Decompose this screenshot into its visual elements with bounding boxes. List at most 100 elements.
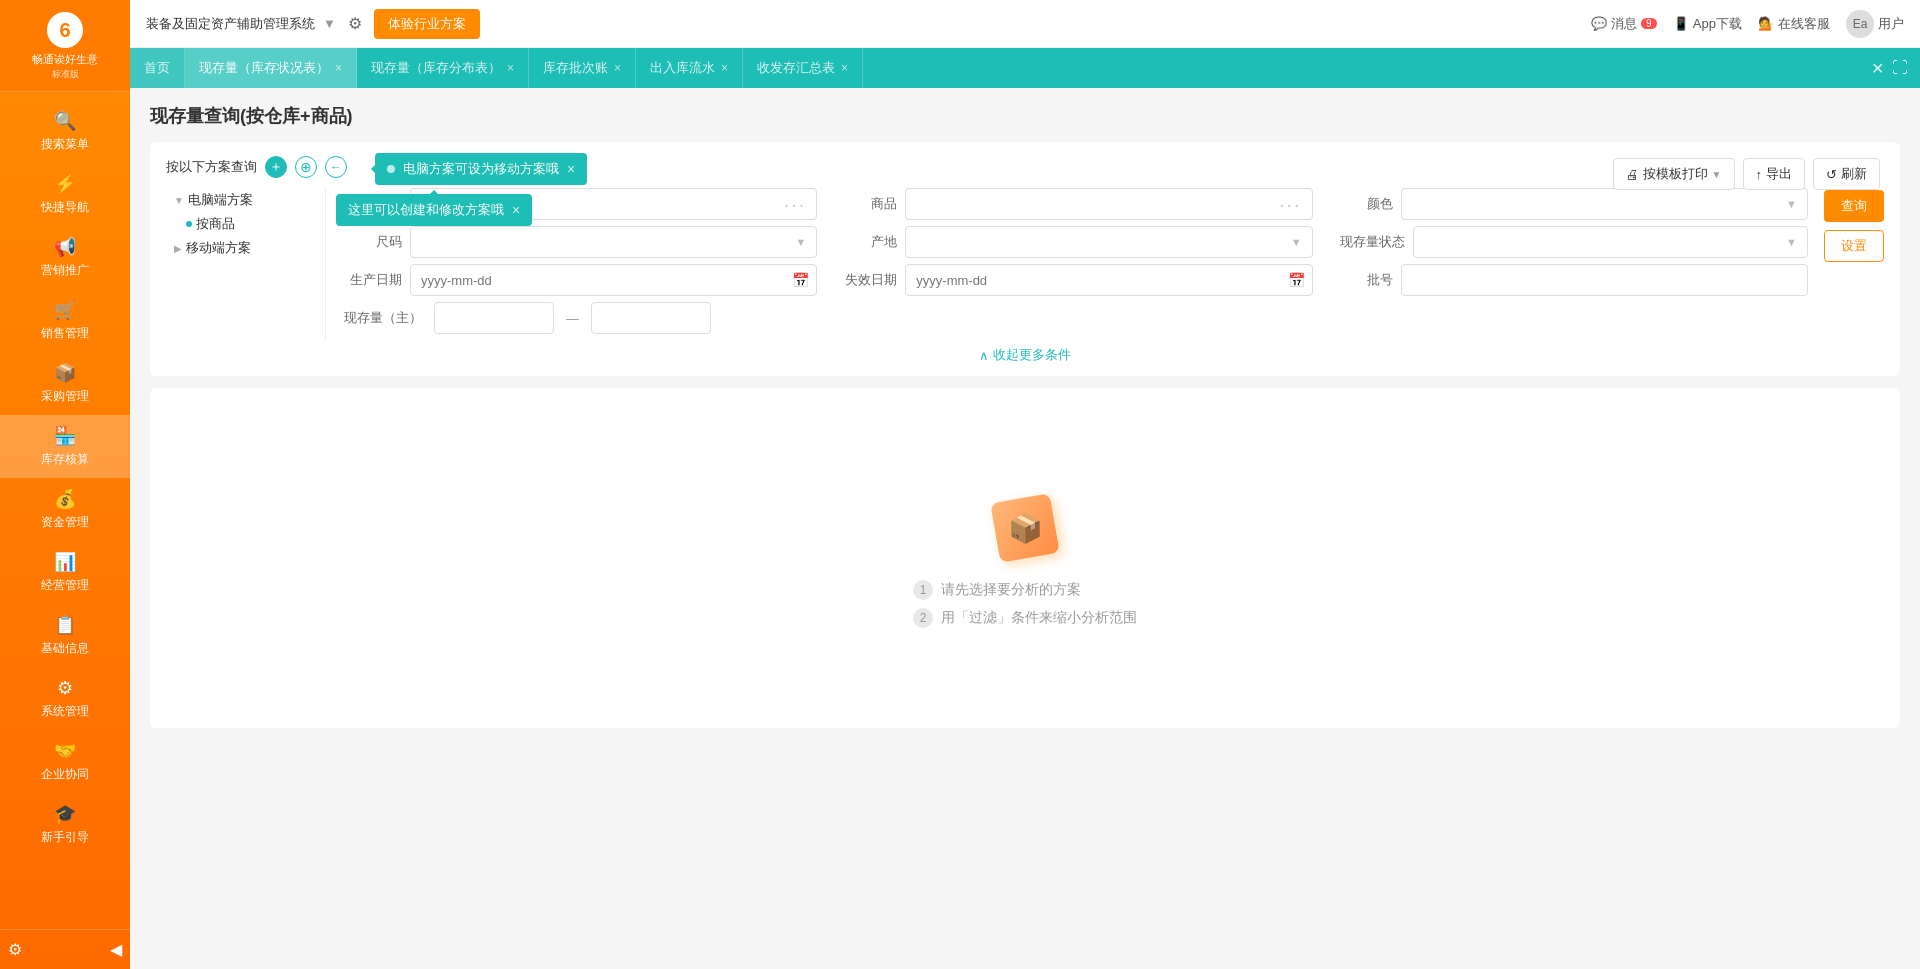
- collapse-sidebar-icon[interactable]: ◀: [110, 940, 122, 959]
- filter-cell-batch: 批号: [1333, 264, 1808, 296]
- sidebar-item-purchase[interactable]: 📦 采购管理: [0, 352, 130, 415]
- scheme-mobile-group[interactable]: ▶ 移动端方案: [166, 236, 325, 260]
- export-button[interactable]: ↑ 导出: [1743, 158, 1806, 190]
- origin-chev: ▼: [1291, 236, 1302, 248]
- user-menu[interactable]: Ea 用户: [1846, 10, 1904, 38]
- sidebar-item-marketing[interactable]: 📢 营销推广: [0, 226, 130, 289]
- reset-button[interactable]: 设置: [1824, 230, 1884, 262]
- tab-inventory-status[interactable]: 现存量（库存状况表） ×: [185, 48, 357, 88]
- tab-close-inout-flow[interactable]: ×: [721, 61, 728, 75]
- box-emoji: 📦: [1008, 512, 1043, 545]
- tab-close-all-icon[interactable]: ✕: [1871, 59, 1884, 78]
- sidebar-item-finance[interactable]: 💰 资金管理: [0, 478, 130, 541]
- copy-scheme-button[interactable]: ⊕: [295, 156, 317, 178]
- stock-status-select[interactable]: ▼: [1413, 226, 1808, 258]
- tab-inout-flow[interactable]: 出入库流水 ×: [636, 48, 743, 88]
- box-icon: 📦: [54, 362, 76, 384]
- sidebar-item-label: 资金管理: [41, 514, 89, 531]
- avatar: Ea: [1846, 10, 1874, 38]
- tab-home[interactable]: 首页: [130, 48, 185, 88]
- tab-close-batch-account[interactable]: ×: [614, 61, 621, 75]
- chevron-up-icon: ∧: [979, 348, 989, 363]
- sidebar: 6 畅通诶好生意 标准版 🔍 搜索菜单 ⚡ 快捷导航 📢 营销推广 🛒 销售管理…: [0, 0, 130, 969]
- sidebar-item-quick[interactable]: ⚡ 快捷导航: [0, 163, 130, 226]
- stock-main-max[interactable]: [591, 302, 711, 334]
- sidebar-item-basic[interactable]: 📋 基础信息: [0, 604, 130, 667]
- topbar-gear-icon[interactable]: ⚙: [348, 14, 362, 33]
- stock-status-label: 现存量状态: [1333, 233, 1405, 251]
- support-icon: 💁: [1758, 16, 1774, 31]
- arrow-left-button[interactable]: ←: [325, 156, 347, 178]
- filter-cell-prod-date: 生产日期 📅: [342, 264, 817, 296]
- color-label: 颜色: [1333, 195, 1393, 213]
- tabbar: 首页 现存量（库存状况表） × 现存量（库存分布表） × 库存批次账 × 出入库…: [130, 48, 1920, 88]
- tooltip-scheme-create: 这里可以创建和修改方案哦 ×: [336, 194, 532, 226]
- origin-select[interactable]: ▼: [905, 226, 1312, 258]
- sidebar-item-label: 库存核算: [41, 451, 89, 468]
- download-icon: 📱: [1673, 16, 1689, 31]
- sidebar-item-label: 营销推广: [41, 262, 89, 279]
- warehouse-ellipsis[interactable]: ···: [784, 193, 807, 216]
- page-actions: 🖨 按模板打印 ▼ ↑ 导出 ↺ 刷新: [1613, 158, 1880, 190]
- tooltip1-dot: [387, 165, 395, 173]
- refresh-button[interactable]: ↺ 刷新: [1813, 158, 1880, 190]
- tab-batch-account[interactable]: 库存批次账 ×: [529, 48, 636, 88]
- stock-main-min[interactable]: [434, 302, 554, 334]
- prod-date-icon[interactable]: 📅: [792, 272, 809, 288]
- tab-collect-summary[interactable]: 收发存汇总表 ×: [743, 48, 863, 88]
- collapse-button[interactable]: ∧ 收起更多条件: [166, 340, 1884, 366]
- lightning-icon: ⚡: [54, 173, 76, 195]
- sidebar-item-label: 系统管理: [41, 703, 89, 720]
- store-icon: 🏪: [54, 425, 76, 447]
- sidebar-item-operation[interactable]: 📊 经营管理: [0, 541, 130, 604]
- tab-fullscreen-icon[interactable]: ⛶: [1892, 59, 1908, 77]
- tab-close-inventory-status[interactable]: ×: [335, 61, 342, 75]
- search-button[interactable]: 查询: [1824, 190, 1884, 222]
- page-content: 现存量查询(按仓库+商品) 🖨 按模板打印 ▼ ↑ 导出 ↺: [130, 88, 1920, 969]
- sidebar-bottom: ⚙ ◀: [0, 929, 130, 969]
- tooltip2-close[interactable]: ×: [512, 202, 520, 218]
- prod-date-input[interactable]: [410, 264, 817, 296]
- logo-text: 畅通诶好生意 标准版: [32, 52, 98, 81]
- sidebar-item-guide[interactable]: 🎓 新手引导: [0, 793, 130, 856]
- gear-icon: ⚙: [57, 677, 73, 699]
- tab-close-inventory-dist[interactable]: ×: [507, 61, 514, 75]
- tab-inventory-dist[interactable]: 现存量（库存分布表） ×: [357, 48, 529, 88]
- sidebar-item-search[interactable]: 🔍 搜索菜单: [0, 100, 130, 163]
- sidebar-item-sales[interactable]: 🛒 销售管理: [0, 289, 130, 352]
- size-select[interactable]: ▼: [410, 226, 817, 258]
- sidebar-item-enterprise[interactable]: 🤝 企业协同: [0, 730, 130, 793]
- filter-cell-origin: 产地 ▼: [837, 226, 1312, 258]
- message-badge: 9: [1641, 18, 1657, 29]
- goods-ellipsis[interactable]: ···: [1279, 193, 1302, 216]
- batch-input[interactable]: [1401, 264, 1808, 296]
- tab-close-collect-summary[interactable]: ×: [841, 61, 848, 75]
- expiry-date-input[interactable]: [905, 264, 1312, 296]
- scheme-desktop-group[interactable]: ▼ 电脑端方案: [166, 188, 325, 212]
- expiry-date-icon[interactable]: 📅: [1288, 272, 1305, 288]
- online-support-button[interactable]: 💁 在线客服: [1758, 15, 1830, 33]
- size-chev: ▼: [795, 236, 806, 248]
- scheme-desktop-item-0[interactable]: 按商品: [186, 212, 325, 236]
- logo-icon: 6: [47, 12, 83, 48]
- settings-bottom-icon[interactable]: ⚙: [8, 940, 22, 959]
- tab-inout-flow-label: 出入库流水: [650, 59, 715, 77]
- color-select[interactable]: ▼: [1401, 188, 1808, 220]
- sidebar-item-inventory[interactable]: 🏪 库存核算: [0, 415, 130, 478]
- template-print-button[interactable]: 🖨 按模板打印 ▼: [1613, 158, 1735, 190]
- filter-cell-expiry-date: 失效日期 📅: [837, 264, 1312, 296]
- sidebar-item-label: 基础信息: [41, 640, 89, 657]
- filter-cell-size: 尺码 ▼: [342, 226, 817, 258]
- message-button[interactable]: 💬 消息 9: [1591, 15, 1657, 33]
- scheme-layout: ▼ 电脑端方案 按商品 这里可以创建和修改方案哦 ×: [166, 188, 1884, 340]
- sidebar-item-system[interactable]: ⚙ 系统管理: [0, 667, 130, 730]
- topbar: 装备及固定资产辅助管理系统 ▼ ⚙ 体验行业方案 💬 消息 9 📱 App下载 …: [130, 0, 1920, 48]
- add-scheme-button[interactable]: ＋: [265, 156, 287, 178]
- goods-dropdown[interactable]: ···: [905, 188, 1312, 220]
- system-dropdown-icon[interactable]: ▼: [323, 16, 336, 31]
- app-download-button[interactable]: 📱 App下载: [1673, 15, 1742, 33]
- tooltip1-close[interactable]: ×: [567, 161, 575, 177]
- solution-button[interactable]: 体验行业方案: [374, 9, 480, 39]
- megaphone-icon: 📢: [54, 236, 76, 258]
- search-reset-actions: 查询 设置: [1824, 188, 1884, 340]
